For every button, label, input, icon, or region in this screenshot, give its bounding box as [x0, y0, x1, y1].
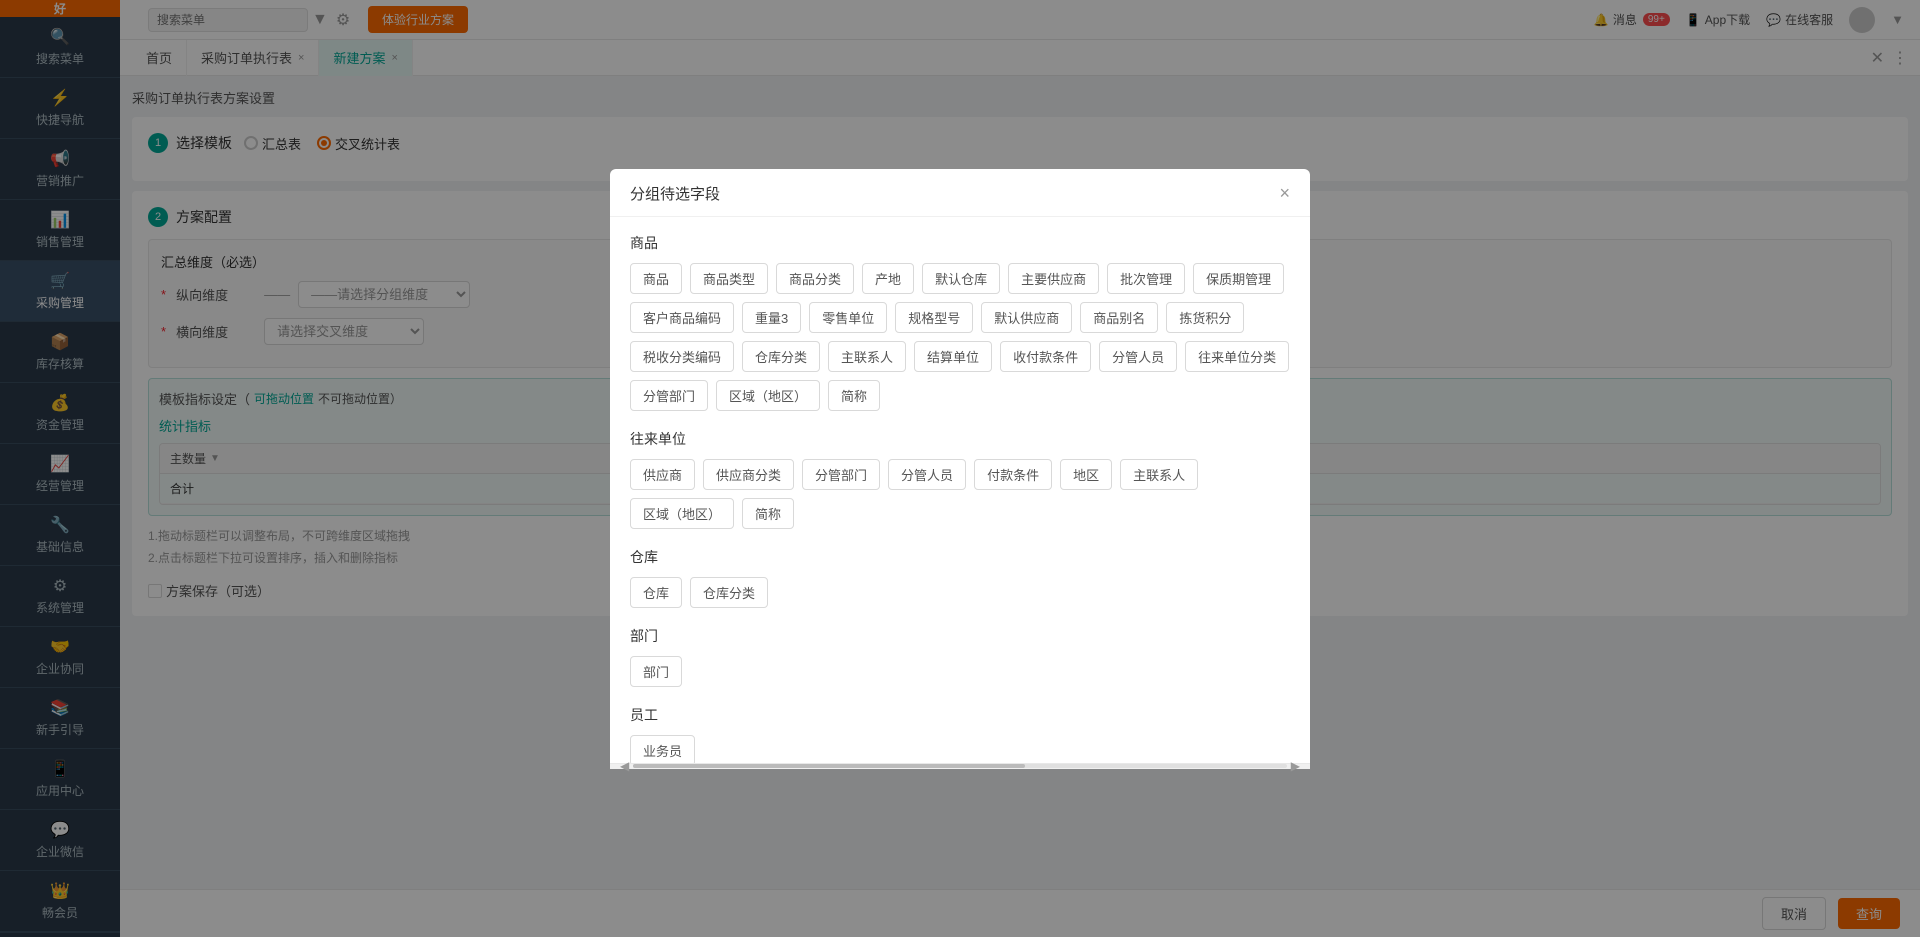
- field-tag-0-4[interactable]: 默认仓库: [922, 263, 1000, 294]
- field-category-0: 商品商品商品类型商品分类产地默认仓库主要供应商批次管理保质期管理客户商品编码重量…: [630, 233, 1290, 411]
- modal-title: 分组待选字段: [630, 183, 720, 204]
- field-tag-0-7[interactable]: 保质期管理: [1193, 263, 1284, 294]
- field-tag-1-4[interactable]: 付款条件: [974, 459, 1052, 490]
- field-tag-0-21[interactable]: 往来单位分类: [1185, 341, 1289, 372]
- field-tag-0-11[interactable]: 规格型号: [895, 302, 973, 333]
- scroll-right-arrow[interactable]: ▶: [1291, 759, 1300, 773]
- field-tag-1-5[interactable]: 地区: [1060, 459, 1112, 490]
- scroll-track: [633, 764, 1287, 768]
- field-tag-0-22[interactable]: 分管部门: [630, 380, 708, 411]
- field-tag-1-0[interactable]: 供应商: [630, 459, 695, 490]
- category-title-4: 员工: [630, 705, 1290, 725]
- modal-body[interactable]: 商品商品商品类型商品分类产地默认仓库主要供应商批次管理保质期管理客户商品编码重量…: [610, 217, 1310, 763]
- field-tag-1-2[interactable]: 分管部门: [802, 459, 880, 490]
- field-category-4: 员工业务员: [630, 705, 1290, 763]
- field-tag-0-24[interactable]: 简称: [828, 380, 880, 411]
- field-tags-3: 部门: [630, 656, 1290, 687]
- field-tag-0-3[interactable]: 产地: [862, 263, 914, 294]
- field-tag-0-13[interactable]: 商品别名: [1080, 302, 1158, 333]
- field-tag-1-7[interactable]: 区域（地区）: [630, 498, 734, 529]
- field-tag-2-0[interactable]: 仓库: [630, 577, 682, 608]
- field-tag-0-9[interactable]: 重量3: [742, 302, 801, 333]
- field-tag-0-8[interactable]: 客户商品编码: [630, 302, 734, 333]
- category-title-3: 部门: [630, 626, 1290, 646]
- field-tag-4-0[interactable]: 业务员: [630, 735, 695, 763]
- field-tag-0-5[interactable]: 主要供应商: [1008, 263, 1099, 294]
- field-tag-1-3[interactable]: 分管人员: [888, 459, 966, 490]
- field-tag-0-17[interactable]: 主联系人: [828, 341, 906, 372]
- scroll-left-arrow[interactable]: ◀: [620, 759, 629, 773]
- field-tag-0-6[interactable]: 批次管理: [1107, 263, 1185, 294]
- modal-box: 分组待选字段 × 商品商品商品类型商品分类产地默认仓库主要供应商批次管理保质期管…: [610, 169, 1310, 769]
- field-tag-0-15[interactable]: 税收分类编码: [630, 341, 734, 372]
- category-title-1: 往来单位: [630, 429, 1290, 449]
- field-tag-0-2[interactable]: 商品分类: [776, 263, 854, 294]
- field-tag-1-8[interactable]: 简称: [742, 498, 794, 529]
- field-tag-0-16[interactable]: 仓库分类: [742, 341, 820, 372]
- field-tags-2: 仓库仓库分类: [630, 577, 1290, 608]
- field-tag-0-1[interactable]: 商品类型: [690, 263, 768, 294]
- modal-header: 分组待选字段 ×: [610, 169, 1310, 217]
- field-tag-0-19[interactable]: 收付款条件: [1000, 341, 1091, 372]
- field-tag-0-14[interactable]: 拣货积分: [1166, 302, 1244, 333]
- field-tag-0-0[interactable]: 商品: [630, 263, 682, 294]
- category-title-0: 商品: [630, 233, 1290, 253]
- modal-close-btn[interactable]: ×: [1279, 184, 1290, 202]
- modal-horizontal-scrollbar[interactable]: ◀ ▶: [610, 763, 1310, 769]
- field-category-2: 仓库仓库仓库分类: [630, 547, 1290, 608]
- field-tag-3-0[interactable]: 部门: [630, 656, 682, 687]
- field-tag-0-10[interactable]: 零售单位: [809, 302, 887, 333]
- field-tag-0-12[interactable]: 默认供应商: [981, 302, 1072, 333]
- field-category-3: 部门部门: [630, 626, 1290, 687]
- field-tag-0-23[interactable]: 区域（地区）: [716, 380, 820, 411]
- modal-overlay: 分组待选字段 × 商品商品商品类型商品分类产地默认仓库主要供应商批次管理保质期管…: [0, 0, 1920, 937]
- field-tags-0: 商品商品类型商品分类产地默认仓库主要供应商批次管理保质期管理客户商品编码重量3 零…: [630, 263, 1290, 411]
- field-tag-0-20[interactable]: 分管人员: [1099, 341, 1177, 372]
- field-category-1: 往来单位供应商供应商分类分管部门分管人员付款条件地区主联系人区域（地区） 简称: [630, 429, 1290, 529]
- scroll-thumb: [633, 764, 1025, 768]
- field-tags-1: 供应商供应商分类分管部门分管人员付款条件地区主联系人区域（地区） 简称: [630, 459, 1290, 529]
- field-tag-1-1[interactable]: 供应商分类: [703, 459, 794, 490]
- field-tag-0-18[interactable]: 结算单位: [914, 341, 992, 372]
- field-tags-4: 业务员: [630, 735, 1290, 763]
- field-tag-1-6[interactable]: 主联系人: [1120, 459, 1198, 490]
- field-tag-2-1[interactable]: 仓库分类: [690, 577, 768, 608]
- category-title-2: 仓库: [630, 547, 1290, 567]
